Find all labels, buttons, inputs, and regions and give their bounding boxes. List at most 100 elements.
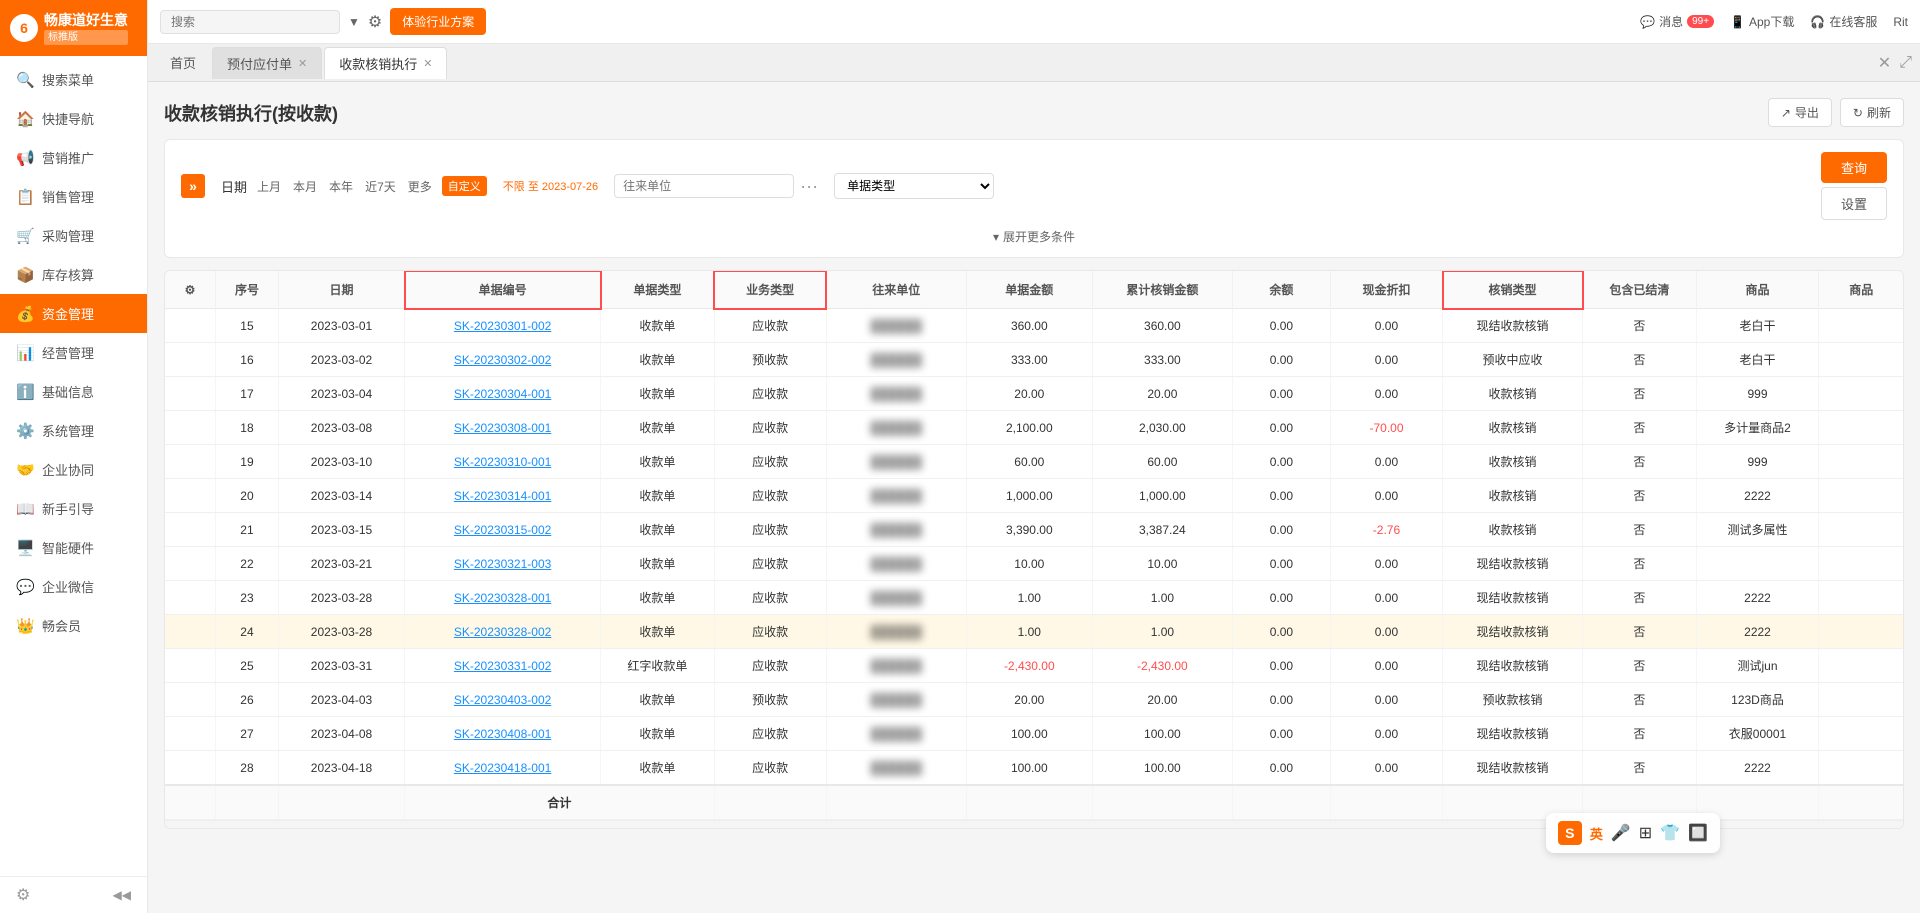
cell-verified-amount: 100.00 [1092,751,1232,786]
sidebar-item-operations[interactable]: 📊 经营管理 [0,333,147,372]
sidebar-item-system[interactable]: ⚙️ 系统管理 [0,411,147,450]
cell-voucher-no[interactable]: SK-20230403-002 [405,683,601,717]
cell-no: 18 [215,411,278,445]
table-scroll[interactable]: ⚙ 序号 日期 单据编号 单据类型 业务类型 往来单位 单据金额 累计核销金额 … [165,271,1903,820]
finance-icon: 💰 [16,305,34,323]
sidebar-item-wechat[interactable]: 💬 企业微信 [0,567,147,606]
voucher-link[interactable]: SK-20230315-002 [454,523,551,537]
partner-more-icon[interactable]: ··· [800,176,818,197]
date-btn-7days[interactable]: 近7天 [361,176,400,197]
col-settings[interactable]: ⚙ [165,271,215,309]
voucher-link[interactable]: SK-20230310-001 [454,455,551,469]
cell-voucher-no[interactable]: SK-20230308-001 [405,411,601,445]
sidebar-item-search[interactable]: 🔍 搜索菜单 [0,60,147,99]
sidebar-item-enterprise[interactable]: 🤝 企业协同 [0,450,147,489]
date-btn-this-month[interactable]: 本月 [289,176,321,197]
sidebar-item-inventory[interactable]: 📦 库存核算 [0,255,147,294]
voucher-link[interactable]: SK-20230403-002 [454,693,551,707]
expand-more[interactable]: ▾ 展开更多条件 [181,228,1887,245]
sidebar-item-marketing[interactable]: 📢 营销推广 [0,138,147,177]
app-download-action[interactable]: 📱 App下载 [1730,13,1794,30]
cell-voucher-no[interactable]: SK-20230304-001 [405,377,601,411]
voucher-link[interactable]: SK-20230331-002 [454,659,551,673]
cell-product: 多计量商品2 [1696,411,1819,445]
solution-button[interactable]: 体验行业方案 [390,8,486,35]
user-name[interactable]: Rit [1893,15,1908,29]
gear-icon[interactable]: ⚙ [368,12,382,32]
voucher-link[interactable]: SK-20230302-002 [454,353,551,367]
dropdown-arrow-icon[interactable]: ▼ [348,15,360,29]
cell-amount: 100.00 [966,717,1092,751]
cell-include-settled: 否 [1583,615,1696,649]
service-icon: 🎧 [1810,15,1825,29]
voucher-link[interactable]: SK-20230301-002 [454,319,551,333]
cell-amount: 3,390.00 [966,513,1092,547]
cell-product: 衣服00001 [1696,717,1819,751]
cell-voucher-no[interactable]: SK-20230315-002 [405,513,601,547]
cell-product2 [1819,411,1903,445]
cell-product2 [1819,649,1903,683]
close-tab-icon[interactable]: ✕ [1878,53,1891,73]
custom-date-btn[interactable]: 自定义 [442,176,487,196]
sidebar-item-sales[interactable]: 📋 销售管理 [0,177,147,216]
cell-voucher-no[interactable]: SK-20230408-001 [405,717,601,751]
total-label: 合计 [405,785,715,820]
tab-payable[interactable]: 预付应付单 ✕ [212,47,322,79]
sidebar-item-purchase[interactable]: 🛒 采购管理 [0,216,147,255]
watermark-text: 英 [1590,824,1603,843]
cell-voucher-no[interactable]: SK-20230328-002 [405,615,601,649]
sidebar-item-shortcuts[interactable]: 🏠 快捷导航 [0,99,147,138]
tab-collection[interactable]: 收款核销执行 ✕ [324,47,447,79]
online-service-action[interactable]: 🎧 在线客服 [1810,13,1877,30]
voucher-link[interactable]: SK-20230321-003 [454,557,551,571]
cell-voucher-no[interactable]: SK-20230321-003 [405,547,601,581]
tab-payable-close[interactable]: ✕ [298,57,307,70]
tab-home[interactable]: 首页 [156,47,210,78]
sidebar-item-finance[interactable]: 💰 资金管理 [0,294,147,333]
refresh-button[interactable]: ↻ 刷新 [1840,98,1904,127]
voucher-link[interactable]: SK-20230418-001 [454,761,551,775]
cell-verify-type: 收款核销 [1443,513,1583,547]
date-btn-this-year[interactable]: 本年 [325,176,357,197]
voucher-link[interactable]: SK-20230314-001 [454,489,551,503]
cell-voucher-no[interactable]: SK-20230310-001 [405,445,601,479]
messages-action[interactable]: 💬 消息 99+ [1640,13,1714,30]
cell-voucher-no[interactable]: SK-20230301-002 [405,309,601,343]
sidebar-item-member[interactable]: 👑 畅会员 [0,606,147,645]
voucher-link[interactable]: SK-20230408-001 [454,727,551,741]
cell-voucher-type: 收款单 [601,547,714,581]
sidebar-item-hardware[interactable]: 🖥️ 智能硬件 [0,528,147,567]
sidebar-item-basic[interactable]: ℹ️ 基础信息 [0,372,147,411]
voucher-link[interactable]: SK-20230304-001 [454,387,551,401]
tab-collection-close[interactable]: ✕ [423,57,432,70]
settings-icon[interactable]: ⚙ [16,885,30,905]
cell-amount: 1.00 [966,581,1092,615]
voucher-type-select[interactable]: 单据类型 [834,173,994,199]
cell-product: 2222 [1696,479,1819,513]
date-btn-more[interactable]: 更多 [404,176,436,197]
cell-voucher-no[interactable]: SK-20230302-002 [405,343,601,377]
voucher-link[interactable]: SK-20230328-002 [454,625,551,639]
sidebar-item-guide[interactable]: 📖 新手引导 [0,489,147,528]
partner-input[interactable] [614,174,794,198]
voucher-link[interactable]: SK-20230328-001 [454,591,551,605]
cell-voucher-no[interactable]: SK-20230314-001 [405,479,601,513]
cell-cash-discount: 0.00 [1330,581,1442,615]
date-btn-last-month[interactable]: 上月 [253,176,285,197]
query-button[interactable]: 查询 [1821,152,1887,183]
voucher-link[interactable]: SK-20230308-001 [454,421,551,435]
cell-cash-discount: -2.76 [1330,513,1442,547]
export-button[interactable]: ↗ 导出 [1768,98,1832,127]
setting-button[interactable]: 设置 [1821,187,1887,220]
cell-voucher-no[interactable]: SK-20230331-002 [405,649,601,683]
cell-voucher-no[interactable]: SK-20230328-001 [405,581,601,615]
cell-product: 老白干 [1696,309,1819,343]
cell-voucher-no[interactable]: SK-20230418-001 [405,751,601,786]
table-row: 18 2023-03-08 SK-20230308-001 收款单 应收款 ██… [165,411,1903,445]
filter-toggle[interactable]: » [181,174,205,198]
collapse-icon[interactable]: ◀◀ [113,888,131,902]
topbar-search-input[interactable] [160,10,340,34]
cell-verified-amount: 100.00 [1092,717,1232,751]
export-icon: ↗ [1781,106,1791,120]
expand-tab-icon[interactable]: ⤢ [1899,54,1912,72]
